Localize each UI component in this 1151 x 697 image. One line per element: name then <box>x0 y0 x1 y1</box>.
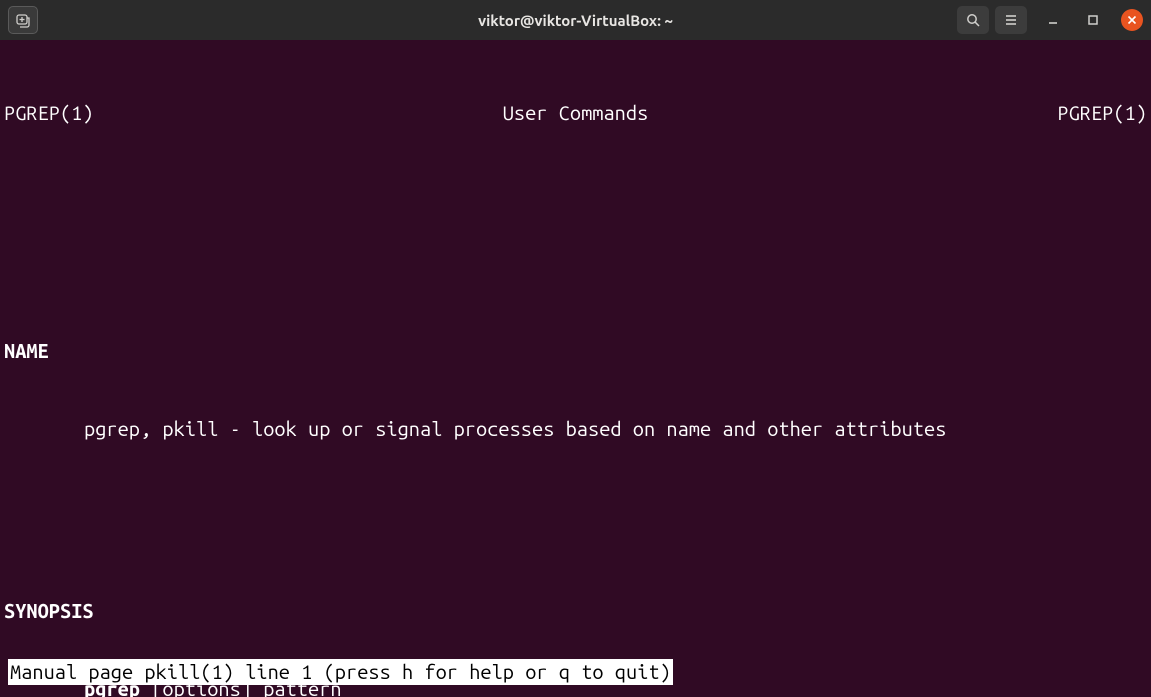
man-status-line: Manual page pkill(1) line 1 (press h for… <box>8 659 673 685</box>
section-synopsis-heading: SYNOPSIS <box>4 598 1147 624</box>
hamburger-menu-button[interactable] <box>995 6 1027 34</box>
search-button[interactable] <box>957 6 989 34</box>
maximize-icon <box>1087 14 1099 26</box>
section-name-heading: NAME <box>4 338 1147 364</box>
man-header-right: PGREP(1) <box>1057 100 1147 126</box>
titlebar-right-cluster <box>957 6 1143 34</box>
maximize-button[interactable] <box>1079 9 1107 31</box>
close-button[interactable] <box>1121 9 1143 31</box>
window-title: viktor@viktor-VirtualBox: ~ <box>478 12 673 29</box>
man-header-line: PGREP(1) User Commands PGREP(1) <box>0 92 1151 130</box>
terminal-content[interactable]: PGREP(1) User Commands PGREP(1) NAME pgr… <box>0 40 1151 697</box>
window-titlebar: viktor@viktor-VirtualBox: ~ <box>0 0 1151 40</box>
minimize-icon <box>1047 14 1059 26</box>
hamburger-icon <box>1003 12 1019 28</box>
new-tab-button[interactable] <box>8 6 38 34</box>
minimize-button[interactable] <box>1039 9 1067 31</box>
new-tab-icon <box>15 12 31 28</box>
search-icon <box>965 12 981 28</box>
man-header-center: User Commands <box>503 100 649 126</box>
man-body: NAME pgrep, pkill - look up or signal pr… <box>0 208 1151 697</box>
man-header-left: PGREP(1) <box>4 100 94 126</box>
close-icon <box>1127 15 1137 25</box>
section-name-text: pgrep, pkill - look up or signal process… <box>4 416 1147 442</box>
